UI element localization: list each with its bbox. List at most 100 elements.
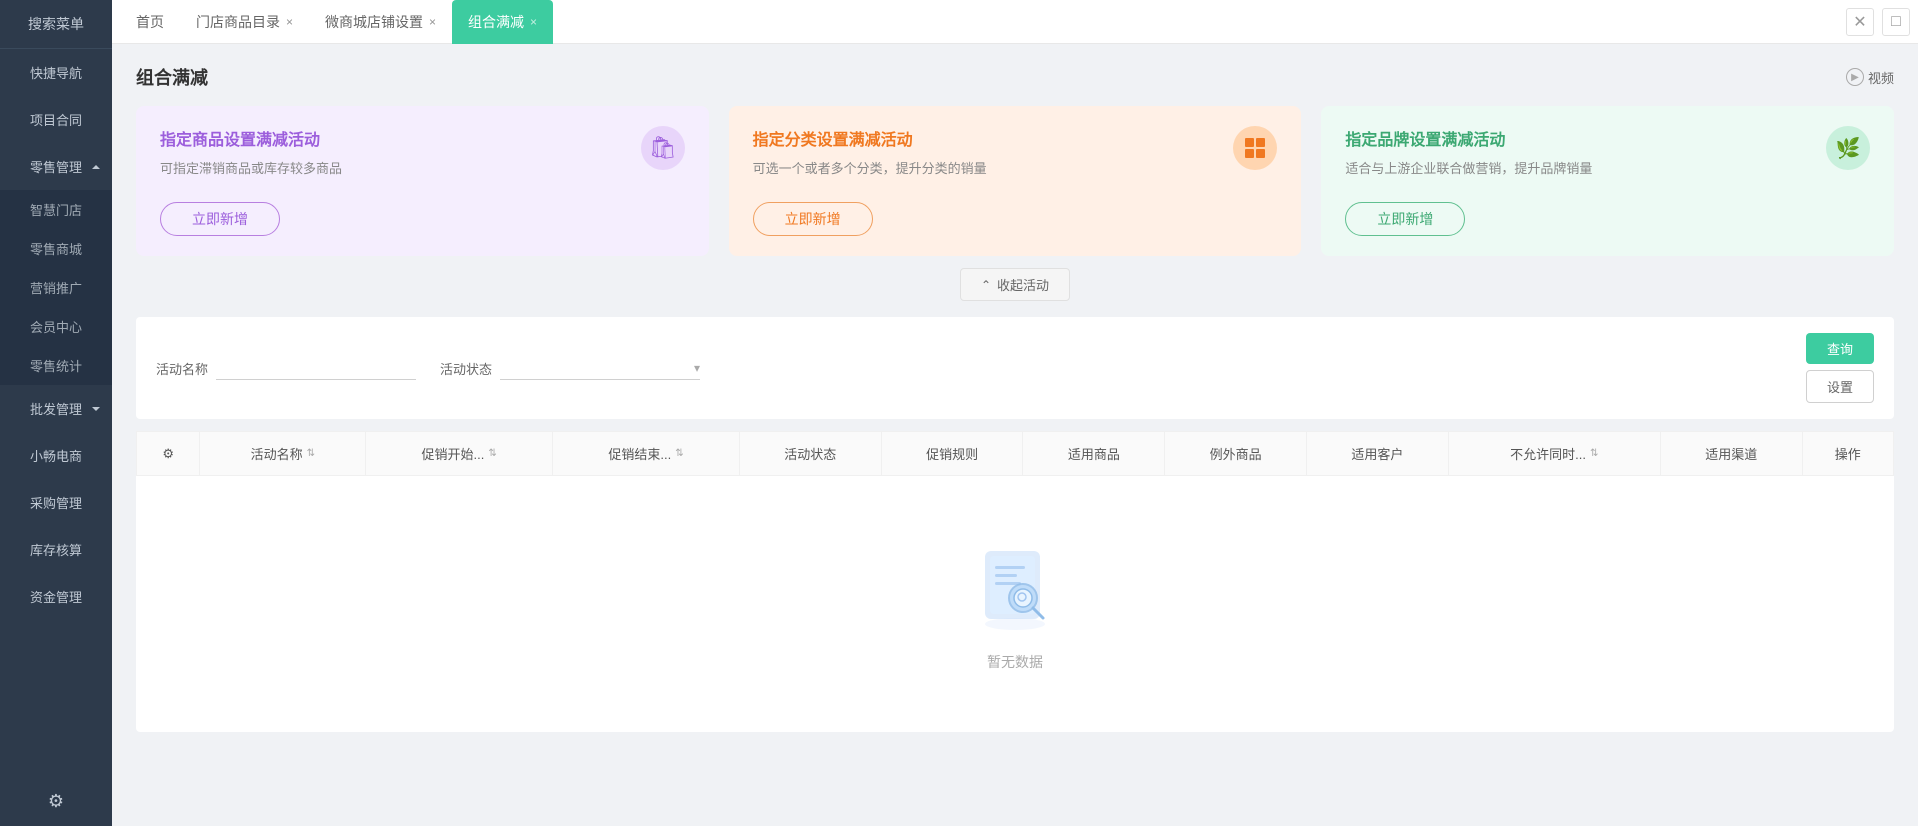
card-category-title: 指定分类设置满减活动 xyxy=(753,126,1278,150)
card-product-btn[interactable]: 立即新增 xyxy=(160,202,280,236)
search-buttons: 查询 设置 xyxy=(1806,333,1874,403)
search-bar: 活动名称 活动状态 ▾ 查询 设置 xyxy=(136,317,1894,419)
purchase-mgmt-label: 采购管理 xyxy=(30,496,82,511)
search-name-label: 活动名称 xyxy=(156,359,208,378)
th-applicable-goods-label: 适用商品 xyxy=(1068,447,1120,462)
th-promo-end-label: 促销结束... xyxy=(608,444,671,463)
main-area: 首页 门店商品目录 × 微商城店铺设置 × 组合满减 × ✕ □ 组合满减 xyxy=(112,0,1918,826)
tab-product-catalog-close[interactable]: × xyxy=(286,15,293,29)
collapse-bar: ⌃ 收起活动 xyxy=(136,268,1894,301)
sort-icon-not-allow: ⇅ xyxy=(1590,448,1598,459)
sidebar-item-member-center[interactable]: 会员中心 xyxy=(0,307,112,346)
table-body: 暂无数据 xyxy=(137,476,1894,733)
data-table: ⚙ 活动名称 ⇅ 促销开始... ⇅ xyxy=(136,431,1894,732)
smart-store-label: 智慧门店 xyxy=(30,203,82,218)
tab-home-label: 首页 xyxy=(136,12,164,32)
search-status-select[interactable]: ▾ xyxy=(500,357,700,380)
th-promo-start[interactable]: 促销开始... ⇅ xyxy=(366,432,553,476)
collapse-chevron-icon: ⌃ xyxy=(981,278,991,292)
card-category-desc: 可选一个或者多个分类，提升分类的销量 xyxy=(753,158,1278,186)
tabs-bar: 首页 门店商品目录 × 微商城店铺设置 × 组合满减 × ✕ □ xyxy=(112,0,1918,44)
inventory-calc-label: 库存核算 xyxy=(30,543,82,558)
th-applicable-channel-label: 适用渠道 xyxy=(1705,447,1757,462)
sidebar-item-retail-mall[interactable]: 零售商城 xyxy=(0,229,112,268)
table-head: ⚙ 活动名称 ⇅ 促销开始... ⇅ xyxy=(137,432,1894,476)
sidebar-item-xichang-ec[interactable]: 小畅电商 xyxy=(0,432,112,479)
card-category-btn[interactable]: 立即新增 xyxy=(753,202,873,236)
sidebar-search[interactable]: 搜索菜单 xyxy=(0,0,112,49)
activity-card-category: 指定分类设置满减活动 可选一个或者多个分类，提升分类的销量 立即新增 xyxy=(729,106,1302,256)
activity-card-brand: 指定品牌设置满减活动 适合与上游企业联合做营销，提升品牌销量 🌿 立即新增 xyxy=(1321,106,1894,256)
search-name-field: 活动名称 xyxy=(156,356,416,380)
collapse-activity-btn[interactable]: ⌃ 收起活动 xyxy=(960,268,1070,301)
th-except-goods-label: 例外商品 xyxy=(1210,447,1262,462)
tab-wechat-settings[interactable]: 微商城店铺设置 × xyxy=(309,0,452,44)
window-resize-icon: □ xyxy=(1891,13,1901,31)
card-brand-title: 指定品牌设置满减活动 xyxy=(1345,126,1870,150)
search-status-label: 活动状态 xyxy=(440,359,492,378)
video-link[interactable]: ▶ 视频 xyxy=(1846,68,1894,87)
sidebar-item-retail-mgmt[interactable]: 零售管理 xyxy=(0,143,112,190)
select-dropdown-icon: ▾ xyxy=(694,361,700,375)
page-header: 组合满减 ▶ 视频 xyxy=(136,64,1894,90)
page-title: 组合满减 xyxy=(136,64,208,90)
search-name-input[interactable] xyxy=(216,356,416,380)
th-activity-name[interactable]: 活动名称 ⇅ xyxy=(200,432,366,476)
card-product-icon: 🛍 xyxy=(641,126,685,170)
sidebar-item-inventory-calc[interactable]: 库存核算 xyxy=(0,526,112,573)
activity-card-product: 指定商品设置满减活动 可指定滞销商品或库存较多商品 🛍 立即新增 xyxy=(136,106,709,256)
sidebar-item-purchase-mgmt[interactable]: 采购管理 xyxy=(0,479,112,526)
activity-cards: 指定商品设置满减活动 可指定滞销商品或库存较多商品 🛍 立即新增 指定分类设置满… xyxy=(136,106,1894,256)
th-settings[interactable]: ⚙ xyxy=(137,432,200,476)
sort-icon-promo-end: ⇅ xyxy=(675,448,683,459)
sort-icon-promo-start: ⇅ xyxy=(488,448,496,459)
table-container: ⚙ 活动名称 ⇅ 促销开始... ⇅ xyxy=(136,431,1894,732)
card-brand-btn[interactable]: 立即新增 xyxy=(1345,202,1465,236)
empty-icon xyxy=(965,536,1065,636)
sidebar-item-wholesale-mgmt[interactable]: 批发管理 xyxy=(0,385,112,432)
query-button[interactable]: 查询 xyxy=(1806,333,1874,364)
search-menu-label: 搜索菜单 xyxy=(28,16,84,32)
th-except-goods: 例外商品 xyxy=(1165,432,1307,476)
window-close-icon: ✕ xyxy=(1853,12,1866,32)
sidebar-item-quick-nav[interactable]: 快捷导航 xyxy=(0,49,112,96)
table-settings-icon: ⚙ xyxy=(162,446,174,461)
sidebar-item-smart-store[interactable]: 智慧门店 xyxy=(0,190,112,229)
tab-combo-discount-label: 组合满减 xyxy=(468,12,524,32)
tabs-right-controls: ✕ □ xyxy=(1846,8,1910,36)
retail-mgmt-label: 零售管理 xyxy=(30,160,82,175)
finance-mgmt-label: 资金管理 xyxy=(30,590,82,605)
th-not-allow-concurrent[interactable]: 不允许同时... ⇅ xyxy=(1448,432,1660,476)
table-empty-row: 暂无数据 xyxy=(137,476,1894,733)
tab-combo-discount-close[interactable]: × xyxy=(530,15,537,29)
tab-product-catalog[interactable]: 门店商品目录 × xyxy=(180,0,309,44)
th-not-allow-concurrent-label: 不允许同时... xyxy=(1510,444,1586,463)
project-contract-label: 项目合同 xyxy=(30,113,82,128)
tab-home[interactable]: 首页 xyxy=(120,0,180,44)
th-applicable-customer-label: 适用客户 xyxy=(1351,447,1403,462)
th-operation: 操作 xyxy=(1802,432,1893,476)
sort-icon-activity-name: ⇅ xyxy=(307,448,315,459)
sidebar-settings-btn[interactable]: ⚙ xyxy=(0,777,112,826)
tab-combo-discount[interactable]: 组合满减 × xyxy=(452,0,553,44)
sidebar-item-finance-mgmt[interactable]: 资金管理 xyxy=(0,573,112,620)
th-promo-rule: 促销规则 xyxy=(881,432,1023,476)
th-applicable-channel: 适用渠道 xyxy=(1660,432,1802,476)
tab-product-catalog-label: 门店商品目录 xyxy=(196,12,280,32)
content-area: 组合满减 ▶ 视频 指定商品设置满减活动 可指定滞销商品或库存较多商品 🛍 立即… xyxy=(112,44,1918,826)
th-promo-end[interactable]: 促销结束... ⇅ xyxy=(553,432,740,476)
sidebar: 搜索菜单 快捷导航 项目合同 零售管理 智慧门店 零售商城 营销推广 会员中心 … xyxy=(0,0,112,826)
marketing-label: 营销推广 xyxy=(30,281,82,296)
table-header-row: ⚙ 活动名称 ⇅ 促销开始... ⇅ xyxy=(137,432,1894,476)
sidebar-item-marketing[interactable]: 营销推广 xyxy=(0,268,112,307)
sidebar-item-retail-stats[interactable]: 零售统计 xyxy=(0,346,112,385)
th-applicable-customer: 适用客户 xyxy=(1306,432,1448,476)
window-close-btn[interactable]: ✕ xyxy=(1846,8,1874,36)
card-product-desc: 可指定滞销商品或库存较多商品 xyxy=(160,158,685,186)
empty-state: 暂无数据 xyxy=(137,476,1894,732)
setting-button[interactable]: 设置 xyxy=(1806,370,1874,403)
th-applicable-goods: 适用商品 xyxy=(1023,432,1165,476)
tab-wechat-settings-close[interactable]: × xyxy=(429,15,436,29)
window-resize-btn[interactable]: □ xyxy=(1882,8,1910,36)
sidebar-item-project-contract[interactable]: 项目合同 xyxy=(0,96,112,143)
